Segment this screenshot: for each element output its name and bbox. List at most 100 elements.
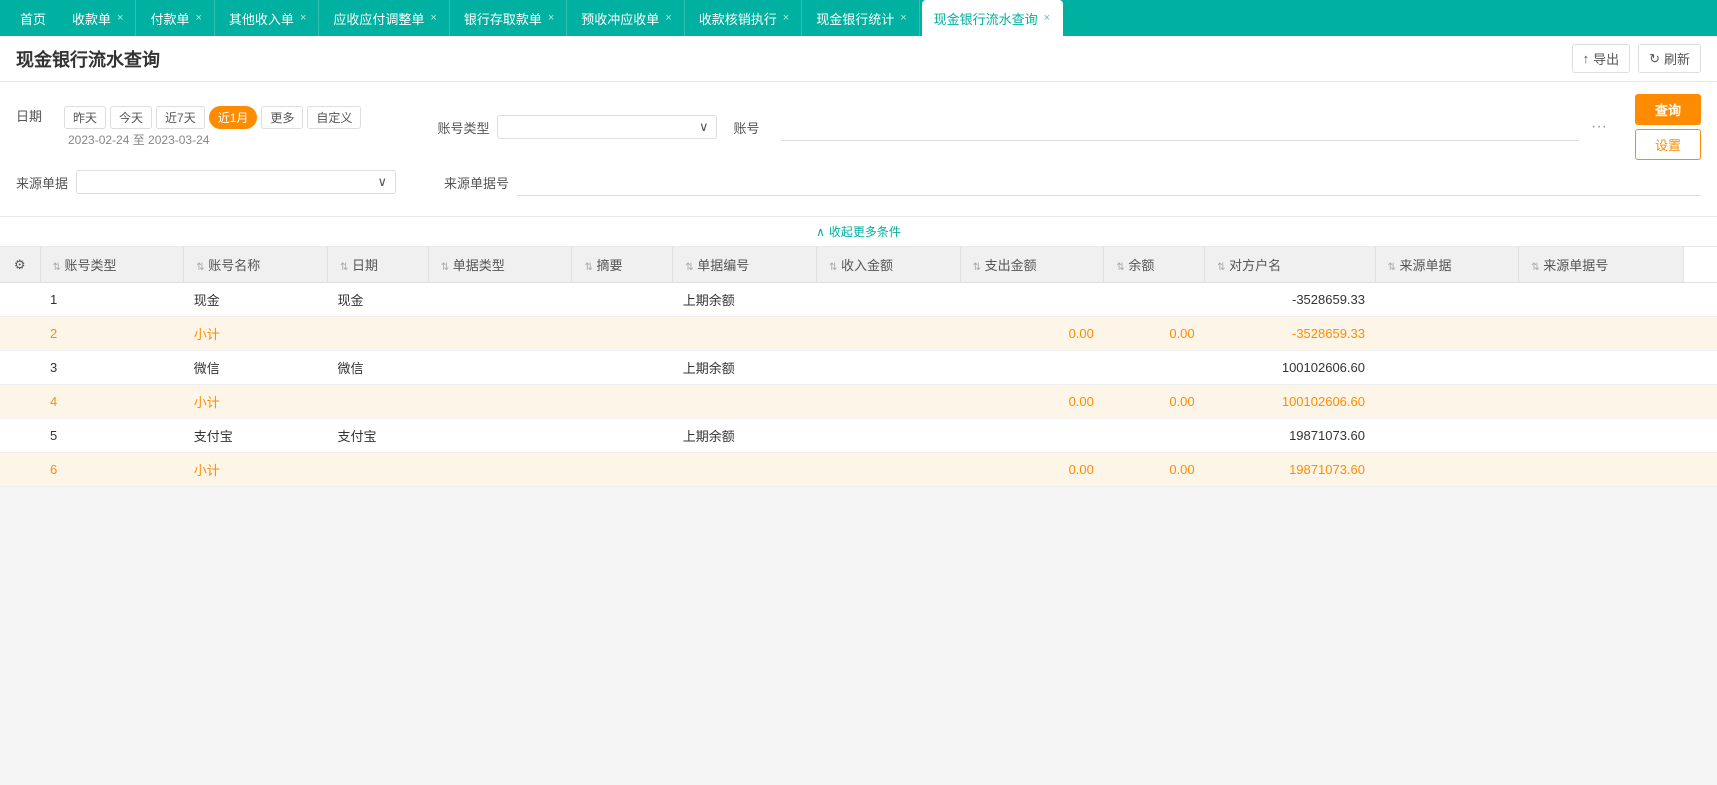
close-icon[interactable]: × bbox=[195, 12, 201, 24]
date-btn-7days[interactable]: 近7天 bbox=[156, 106, 205, 129]
close-icon[interactable]: × bbox=[117, 12, 123, 24]
row-date bbox=[428, 351, 572, 385]
th-date[interactable]: ⇅ 日期 bbox=[327, 247, 428, 283]
query-button[interactable]: 查询 bbox=[1635, 94, 1701, 125]
th-balance[interactable]: ⇅ 余额 bbox=[1104, 247, 1205, 283]
row-settings bbox=[0, 351, 40, 385]
row-summary: 上期余额 bbox=[673, 351, 817, 385]
nav-tab-6[interactable]: 收款核销执行 × bbox=[687, 0, 802, 36]
th-doc-no[interactable]: ⇅ 单据编号 bbox=[673, 247, 817, 283]
row-source-doc bbox=[1519, 385, 1684, 419]
row-source-doc bbox=[1519, 453, 1684, 487]
chevron-down-icon: ∨ bbox=[699, 119, 709, 135]
refresh-button[interactable]: ↻ 刷新 bbox=[1638, 44, 1701, 73]
date-btn-custom[interactable]: 自定义 bbox=[307, 106, 361, 129]
row-account-name: 微信 bbox=[327, 351, 428, 385]
row-expense bbox=[1104, 419, 1205, 453]
row-expense bbox=[1104, 283, 1205, 317]
table-row: 6小计0.000.0019871073.60 bbox=[0, 453, 1717, 487]
date-label: 日期 bbox=[16, 106, 56, 125]
row-account-name: 支付宝 bbox=[327, 419, 428, 453]
date-btn-1month[interactable]: 近1月 bbox=[209, 106, 258, 129]
collapse-bar[interactable]: ∧ 收起更多条件 bbox=[0, 217, 1717, 247]
th-source-doc-no[interactable]: ⇅ 来源单据号 bbox=[1519, 247, 1684, 283]
row-source-doc-no bbox=[1684, 385, 1717, 419]
sort-icon: ⇅ bbox=[1388, 262, 1396, 273]
row-idx: 3 bbox=[40, 351, 184, 385]
nav-tab-0[interactable]: 收款单 × bbox=[60, 0, 136, 36]
row-account-name: 现金 bbox=[327, 283, 428, 317]
row-settings bbox=[0, 385, 40, 419]
nav-tab-1[interactable]: 付款单 × bbox=[138, 0, 214, 36]
row-doc-no bbox=[816, 419, 960, 453]
row-settings bbox=[0, 419, 40, 453]
th-expense[interactable]: ⇅ 支出金额 bbox=[960, 247, 1104, 283]
export-button[interactable]: ↑ 导出 bbox=[1572, 44, 1631, 73]
close-icon[interactable]: × bbox=[300, 12, 306, 24]
close-icon[interactable]: × bbox=[900, 12, 906, 24]
sort-icon: ⇅ bbox=[1116, 262, 1124, 273]
nav-tab-5[interactable]: 预收冲应收单 × bbox=[569, 0, 684, 36]
sort-icon: ⇅ bbox=[1531, 262, 1539, 273]
row-doc-type bbox=[572, 453, 673, 487]
row-counterpart bbox=[1375, 419, 1519, 453]
row-income: 0.00 bbox=[960, 453, 1104, 487]
date-range-text: 2023-02-24 至 2023-03-24 bbox=[68, 131, 361, 148]
th-income[interactable]: ⇅ 收入金额 bbox=[816, 247, 960, 283]
row-income bbox=[960, 419, 1104, 453]
row-doc-no bbox=[816, 453, 960, 487]
th-summary[interactable]: ⇅ 摘要 bbox=[572, 247, 673, 283]
row-expense: 0.00 bbox=[1104, 317, 1205, 351]
close-icon[interactable]: × bbox=[665, 12, 671, 24]
row-counterpart bbox=[1375, 351, 1519, 385]
close-icon[interactable]: × bbox=[783, 12, 789, 24]
date-btn-more[interactable]: 更多 bbox=[261, 106, 303, 129]
top-nav: 首页 收款单 × 付款单 × 其他收入单 × 应收应付调整单 × 银行存取款单 … bbox=[0, 0, 1717, 36]
source-doc-select[interactable]: ∨ bbox=[76, 170, 396, 194]
th-account-type[interactable]: ⇅ 账号类型 bbox=[40, 247, 184, 283]
close-icon[interactable]: × bbox=[548, 12, 554, 24]
account-type-select[interactable]: ∨ bbox=[497, 115, 717, 139]
close-icon[interactable]: × bbox=[1044, 12, 1050, 24]
nav-tab-4[interactable]: 银行存取款单 × bbox=[452, 0, 567, 36]
row-date bbox=[428, 317, 572, 351]
row-expense bbox=[1104, 351, 1205, 385]
row-idx: 6 bbox=[40, 453, 184, 487]
filter-area: 日期 昨天 今天 近7天 近1月 更多 自定义 2023-02-24 至 202… bbox=[0, 82, 1717, 217]
nav-tab-7[interactable]: 现金银行统计 × bbox=[804, 0, 919, 36]
settings-button[interactable]: 设置 bbox=[1635, 129, 1701, 160]
account-label: 账号 bbox=[733, 118, 773, 137]
row-account-type: 支付宝 bbox=[184, 419, 328, 453]
nav-tab-2[interactable]: 其他收入单 × bbox=[217, 0, 319, 36]
row-balance: -3528659.33 bbox=[1205, 283, 1375, 317]
chevron-down-icon: ∨ bbox=[378, 174, 388, 190]
table-body: 1现金现金上期余额-3528659.332小计0.000.00-3528659.… bbox=[0, 283, 1717, 487]
nav-tab-8[interactable]: 现金银行流水查询 × bbox=[922, 0, 1063, 36]
th-source-doc[interactable]: ⇅ 来源单据 bbox=[1375, 247, 1519, 283]
account-more-icon[interactable]: ··· bbox=[1587, 118, 1611, 136]
gear-icon[interactable]: ⚙ bbox=[14, 257, 26, 272]
row-account-type: 现金 bbox=[184, 283, 328, 317]
th-counterpart[interactable]: ⇅ 对方户名 bbox=[1205, 247, 1375, 283]
row-account-name bbox=[327, 453, 428, 487]
date-btn-today[interactable]: 今天 bbox=[110, 106, 152, 129]
row-balance: 100102606.60 bbox=[1205, 385, 1375, 419]
nav-home[interactable]: 首页 bbox=[8, 9, 58, 28]
row-account-type: 小计 bbox=[184, 385, 328, 419]
th-doc-type[interactable]: ⇅ 单据类型 bbox=[428, 247, 572, 283]
row-summary bbox=[673, 385, 817, 419]
table-row: 3微信微信上期余额100102606.60 bbox=[0, 351, 1717, 385]
row-date bbox=[428, 419, 572, 453]
sort-icon: ⇅ bbox=[973, 262, 981, 273]
filter-row-1: 日期 昨天 今天 近7天 近1月 更多 自定义 2023-02-24 至 202… bbox=[16, 94, 1701, 160]
settings-col-header[interactable]: ⚙ bbox=[0, 247, 40, 283]
close-icon[interactable]: × bbox=[430, 12, 436, 24]
source-doc-no-label: 来源单据号 bbox=[444, 173, 509, 192]
th-account-name[interactable]: ⇅ 账号名称 bbox=[184, 247, 328, 283]
sort-icon: ⇅ bbox=[1217, 262, 1225, 273]
table-header-row: ⚙ ⇅ 账号类型 ⇅ 账号名称 ⇅ 日期 ⇅ 单据类型 bbox=[0, 247, 1717, 283]
date-btn-yesterday[interactable]: 昨天 bbox=[64, 106, 106, 129]
export-icon: ↑ bbox=[1583, 51, 1590, 66]
date-buttons: 昨天 今天 近7天 近1月 更多 自定义 bbox=[64, 106, 361, 129]
nav-tab-3[interactable]: 应收应付调整单 × bbox=[321, 0, 449, 36]
